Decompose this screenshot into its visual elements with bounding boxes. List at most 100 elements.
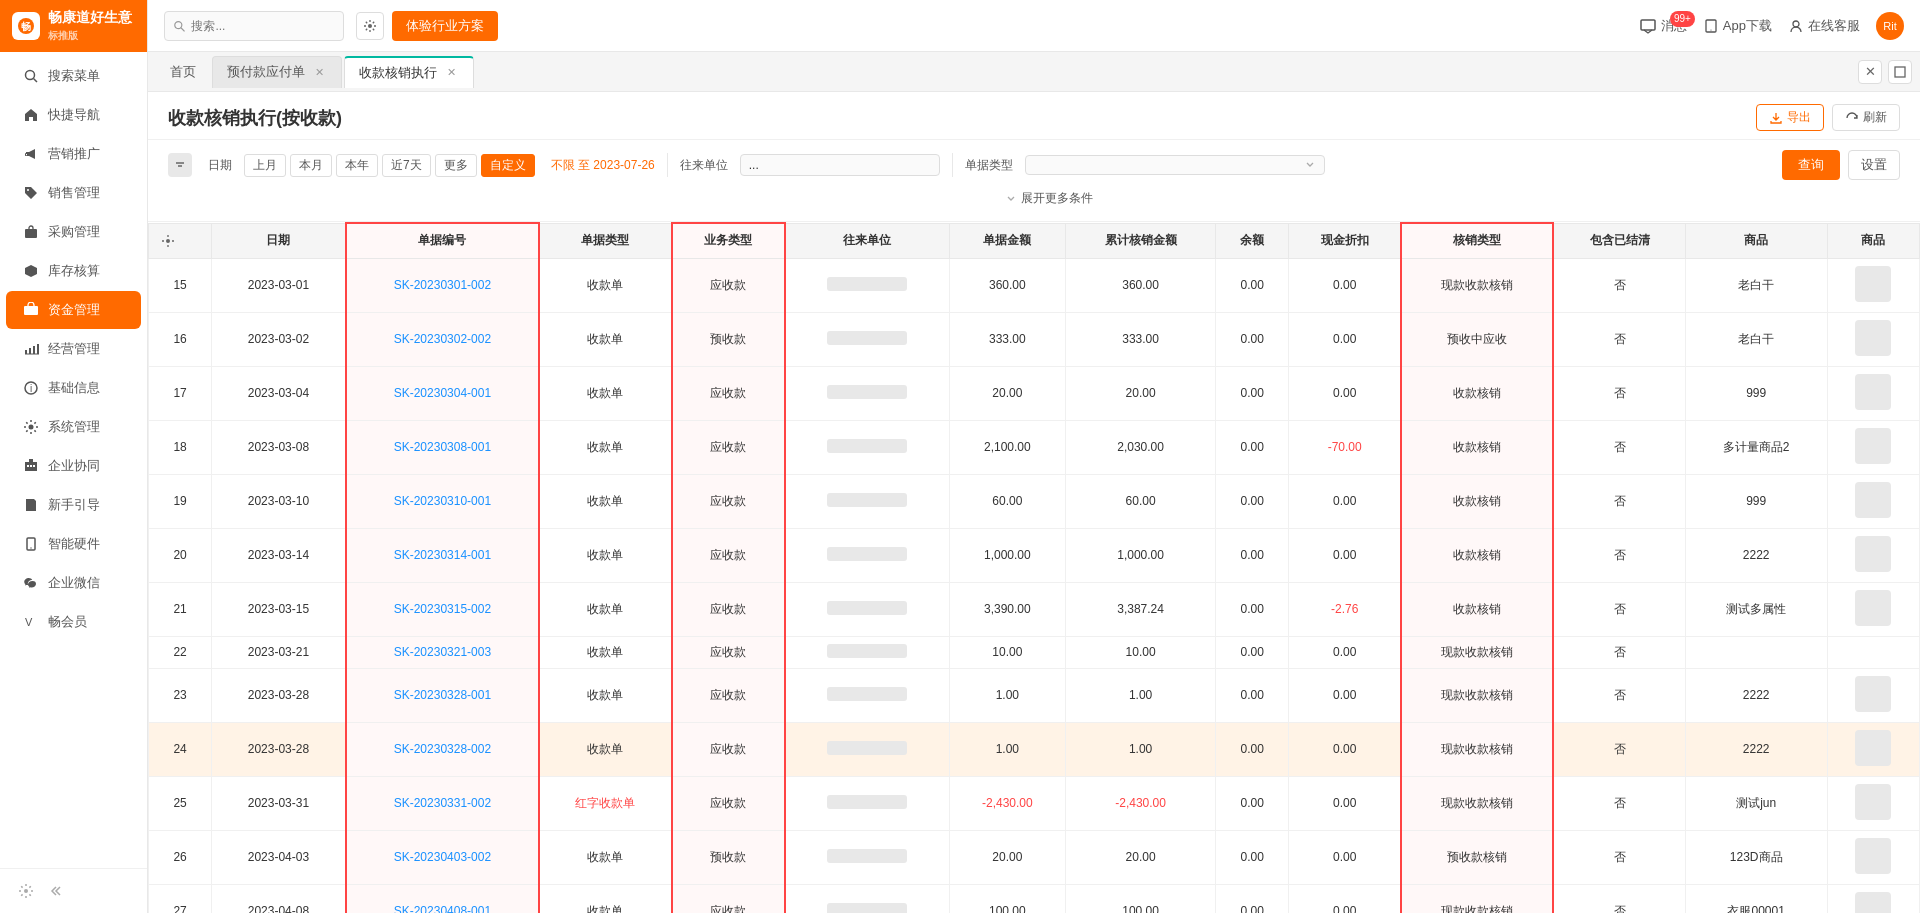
collapse-icon[interactable] xyxy=(48,881,68,901)
sidebar-item-basic-info[interactable]: i 基础信息 xyxy=(6,369,141,407)
cell-amount: 10.00 xyxy=(949,636,1065,668)
solution-btn[interactable]: 体验行业方案 xyxy=(392,11,498,41)
cell-voucher-no: SK-20230301-002 xyxy=(346,258,539,312)
voucher-no-link[interactable]: SK-20230328-001 xyxy=(394,688,491,702)
query-btn[interactable]: 查询 xyxy=(1782,150,1840,180)
voucher-type-select[interactable] xyxy=(1025,155,1325,175)
info-icon: i xyxy=(22,379,40,397)
table-row[interactable]: 16 2023-03-02 SK-20230302-002 收款单 预收款 33… xyxy=(149,312,1920,366)
table-row[interactable]: 25 2023-03-31 SK-20230331-002 红字收款单 应收款 … xyxy=(149,776,1920,830)
export-btn[interactable]: 导出 xyxy=(1756,104,1824,131)
expand-more-btn[interactable]: 展开更多条件 xyxy=(198,186,1900,211)
filter-expand-btn[interactable] xyxy=(168,153,192,177)
tab-home[interactable]: 首页 xyxy=(156,56,210,88)
sidebar-item-marketing[interactable]: 营销推广 xyxy=(6,135,141,173)
tab-pre-payment[interactable]: 预付款应付单 ✕ xyxy=(212,56,342,88)
cell-include-settled: 否 xyxy=(1553,830,1685,884)
voucher-no-link[interactable]: SK-20230328-002 xyxy=(394,742,491,756)
cell-goods2 xyxy=(1827,258,1919,312)
voucher-no-link[interactable]: SK-20230314-001 xyxy=(394,548,491,562)
sidebar-item-inventory[interactable]: 库存核算 xyxy=(6,252,141,290)
sidebar-item-smart-hw[interactable]: 智能硬件 xyxy=(6,525,141,563)
book-icon xyxy=(22,496,40,514)
topbar-search-box[interactable] xyxy=(164,11,344,41)
cell-include-settled: 否 xyxy=(1553,582,1685,636)
cell-voucher-type: 收款单 xyxy=(539,722,672,776)
sidebar-item-enterprise[interactable]: 企业协同 xyxy=(6,447,141,485)
sidebar-item-wechat[interactable]: 企业微信 xyxy=(6,564,141,602)
voucher-no-link[interactable]: SK-20230301-002 xyxy=(394,278,491,292)
voucher-no-link[interactable]: SK-20230310-001 xyxy=(394,494,491,508)
voucher-no-link[interactable]: SK-20230304-001 xyxy=(394,386,491,400)
cell-amount: 1.00 xyxy=(949,722,1065,776)
sidebar-item-beginner[interactable]: 新手引导 xyxy=(6,486,141,524)
voucher-no-link[interactable]: SK-20230315-002 xyxy=(394,602,491,616)
voucher-no-link[interactable]: SK-20230321-003 xyxy=(394,645,491,659)
online-support-btn[interactable]: 在线客服 xyxy=(1788,17,1860,35)
tab-collection-exec[interactable]: 收款核销执行 ✕ xyxy=(344,56,474,88)
sidebar-item-quick-nav[interactable]: 快捷导航 xyxy=(6,96,141,134)
sidebar-item-finance[interactable]: 资金管理 xyxy=(6,291,141,329)
date-this-year-btn[interactable]: 本年 xyxy=(336,154,378,177)
sidebar-item-search[interactable]: 搜索菜单 xyxy=(6,57,141,95)
table-row[interactable]: 20 2023-03-14 SK-20230314-001 收款单 应收款 1,… xyxy=(149,528,1920,582)
date-more-btn[interactable]: 更多 xyxy=(435,154,477,177)
shopping-bag-icon xyxy=(22,223,40,241)
cell-cash-discount: 0.00 xyxy=(1289,636,1401,668)
table-row[interactable]: 27 2023-04-08 SK-20230408-001 收款单 应收款 10… xyxy=(149,884,1920,913)
svg-point-17 xyxy=(30,547,31,548)
voucher-no-link[interactable]: SK-20230408-001 xyxy=(394,904,491,913)
sidebar-item-sales[interactable]: 销售管理 xyxy=(6,174,141,212)
tab-pre-payment-close[interactable]: ✕ xyxy=(311,64,327,80)
date-prev-month-btn[interactable]: 上月 xyxy=(244,154,286,177)
cell-voucher-no: SK-20230408-001 xyxy=(346,884,539,913)
tab-collection-exec-close[interactable]: ✕ xyxy=(443,65,459,81)
cell-seq: 26 xyxy=(149,830,212,884)
cell-date: 2023-03-31 xyxy=(212,776,346,830)
col-settings[interactable] xyxy=(149,223,212,258)
svg-rect-27 xyxy=(1895,67,1905,77)
maximize-btn[interactable] xyxy=(1888,60,1912,84)
table-row[interactable]: 21 2023-03-15 SK-20230315-002 收款单 应收款 3,… xyxy=(149,582,1920,636)
table-row[interactable]: 22 2023-03-21 SK-20230321-003 收款单 应收款 10… xyxy=(149,636,1920,668)
search-input[interactable] xyxy=(191,19,335,33)
cell-amount: 360.00 xyxy=(949,258,1065,312)
sidebar-item-purchase[interactable]: 采购管理 xyxy=(6,213,141,251)
voucher-no-link[interactable]: SK-20230331-002 xyxy=(394,796,491,810)
date-custom-btn[interactable]: 自定义 xyxy=(481,154,535,177)
app-download-btn[interactable]: App下载 xyxy=(1703,17,1772,35)
cell-counterpart xyxy=(785,420,949,474)
table-row[interactable]: 19 2023-03-10 SK-20230310-001 收款单 应收款 60… xyxy=(149,474,1920,528)
cell-biz-type: 应收款 xyxy=(672,474,785,528)
settings-gear-icon[interactable] xyxy=(16,881,36,901)
settings-btn[interactable]: 设置 xyxy=(1848,150,1900,180)
table-row[interactable]: 18 2023-03-08 SK-20230308-001 收款单 应收款 2,… xyxy=(149,420,1920,474)
voucher-no-link[interactable]: SK-20230403-002 xyxy=(394,850,491,864)
user-avatar[interactable]: Rit xyxy=(1876,12,1904,40)
col-settings-icon[interactable] xyxy=(159,232,177,250)
system-icon xyxy=(22,418,40,436)
table-row[interactable]: 23 2023-03-28 SK-20230328-001 收款单 应收款 1.… xyxy=(149,668,1920,722)
counterpart-input[interactable]: ... xyxy=(740,154,940,176)
cell-writeoff-type: 现款收款核销 xyxy=(1401,722,1553,776)
sidebar-item-operations[interactable]: 经营管理 xyxy=(6,330,141,368)
table-row[interactable]: 26 2023-04-03 SK-20230403-002 收款单 预收款 20… xyxy=(149,830,1920,884)
cell-voucher-type: 红字收款单 xyxy=(539,776,672,830)
cell-biz-type: 应收款 xyxy=(672,420,785,474)
table-row[interactable]: 15 2023-03-01 SK-20230301-002 收款单 应收款 36… xyxy=(149,258,1920,312)
refresh-btn[interactable]: 刷新 xyxy=(1832,104,1900,131)
content-area: 收款核销执行(按收款) 导出 刷新 日期 上月 xyxy=(148,92,1920,913)
close-all-tabs-btn[interactable]: ✕ xyxy=(1858,60,1882,84)
date-this-month-btn[interactable]: 本月 xyxy=(290,154,332,177)
sidebar-item-system[interactable]: 系统管理 xyxy=(6,408,141,446)
table-row[interactable]: 24 2023-03-28 SK-20230328-002 收款单 应收款 1.… xyxy=(149,722,1920,776)
voucher-no-link[interactable]: SK-20230302-002 xyxy=(394,332,491,346)
sidebar-item-member[interactable]: V 畅会员 xyxy=(6,603,141,641)
messages-badge: 99+ xyxy=(1670,11,1695,27)
messages-btn[interactable]: 消息 99+ xyxy=(1639,17,1687,35)
cell-total-writeoff: 10.00 xyxy=(1065,636,1216,668)
date-7days-btn[interactable]: 近7天 xyxy=(382,154,431,177)
voucher-no-link[interactable]: SK-20230308-001 xyxy=(394,440,491,454)
gear-icon[interactable] xyxy=(356,12,384,40)
table-row[interactable]: 17 2023-03-04 SK-20230304-001 收款单 应收款 20… xyxy=(149,366,1920,420)
